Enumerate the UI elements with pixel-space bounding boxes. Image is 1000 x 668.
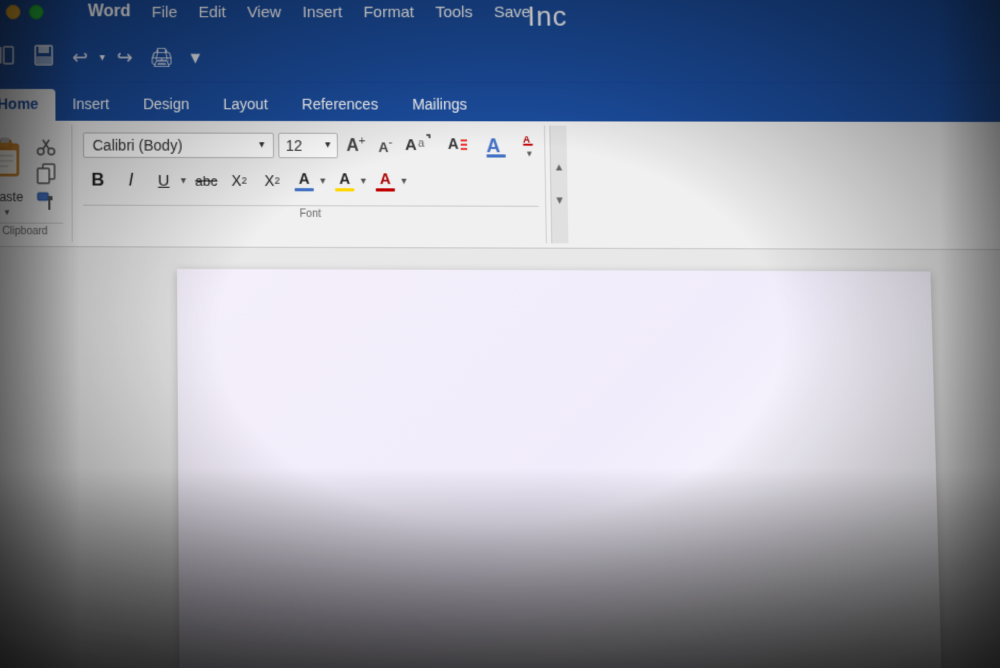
font-style-icons-row1: A A ▾ xyxy=(482,131,545,159)
customize-toolbar-icon[interactable]: ▾ xyxy=(185,43,205,74)
svg-text:a: a xyxy=(418,138,425,150)
font-color-dropdown-icon[interactable]: ▾ xyxy=(527,147,532,159)
font-color2-dropdown-icon[interactable]: ▾ xyxy=(318,175,328,187)
font-row1: Calibri (Body) ▾ 12 ▾ A+ A- xyxy=(83,129,538,161)
menu-word[interactable]: Word xyxy=(77,0,141,26)
font-size-value: 12 xyxy=(286,136,303,153)
font-color-bar xyxy=(295,188,314,191)
clipboard-group-label: Clipboard xyxy=(0,222,63,237)
paste-button[interactable]: Paste ▾ xyxy=(0,135,27,218)
font-size-dropdown-icon: ▾ xyxy=(325,139,330,151)
tab-design[interactable]: Design xyxy=(126,89,206,121)
print-icon[interactable]: 🖨 xyxy=(144,43,179,74)
paste-icon xyxy=(0,135,27,180)
svg-text:A: A xyxy=(486,135,501,156)
char-shade-bar xyxy=(376,188,395,191)
format-painter-button[interactable] xyxy=(31,189,61,215)
quick-access-toolbar: ↩ ▾ ↪ 🖨 ▾ xyxy=(0,34,1000,83)
maximize-button[interactable] xyxy=(29,5,44,20)
grow-font-label: A xyxy=(346,136,359,154)
strikethrough-button[interactable]: abc xyxy=(191,167,221,195)
paste-dropdown-arrow[interactable]: ▾ xyxy=(5,207,10,219)
underline-dropdown-icon[interactable]: ▾ xyxy=(179,175,189,187)
font-color-row2-button[interactable]: A xyxy=(290,165,318,197)
inc-text: Inc xyxy=(527,0,568,33)
highlight-bar xyxy=(335,188,354,191)
ribbon-tabs: Home Insert Design Layout References Mai… xyxy=(0,83,1000,123)
font-family-value: Calibri (Body) xyxy=(93,136,183,153)
scroll-down-icon[interactable]: ▼ xyxy=(554,195,565,207)
bold-button[interactable]: B xyxy=(83,166,113,194)
char-shade-button[interactable]: A xyxy=(371,165,399,197)
copy-button[interactable] xyxy=(31,161,61,187)
menu-view[interactable]: View xyxy=(236,0,292,25)
document-page[interactable] xyxy=(177,269,943,668)
font-color-row2-group: A ▾ xyxy=(290,165,328,197)
superscript-button[interactable]: X2 xyxy=(257,167,287,195)
tab-home[interactable]: Home xyxy=(0,89,55,121)
ribbon-scrollbar[interactable]: ▲ ▼ xyxy=(549,126,568,244)
font-group-label: Font xyxy=(83,205,539,221)
ribbon-content: Paste ▾ xyxy=(0,121,1000,251)
italic-button[interactable]: I xyxy=(116,166,146,194)
highlight-button[interactable]: A xyxy=(331,165,359,197)
underline-group: U ▾ xyxy=(149,166,188,194)
font-size-selector[interactable]: 12 ▾ xyxy=(278,132,338,158)
menu-tools[interactable]: Tools xyxy=(424,0,483,25)
word-window: Word File Edit View Insert Format Tools … xyxy=(0,0,1000,553)
menu-format[interactable]: Format xyxy=(353,0,425,25)
subscript-button[interactable]: X2 xyxy=(224,167,254,195)
svg-text:A: A xyxy=(405,137,417,154)
change-case-button[interactable]: A a xyxy=(401,130,438,161)
char-shade-dropdown-icon[interactable]: ▾ xyxy=(399,175,409,187)
clear-formatting-icon: A xyxy=(446,132,470,155)
tab-mailings[interactable]: Mailings xyxy=(395,89,484,121)
menu-edit[interactable]: Edit xyxy=(188,0,237,25)
char-shade-group: A ▾ xyxy=(371,165,409,197)
font-family-dropdown-icon: ▾ xyxy=(259,139,264,151)
font-row2: B I U ▾ abc X2 xyxy=(83,164,539,197)
tab-layout[interactable]: Layout xyxy=(206,89,285,121)
title-bar: Word File Edit View Insert Format Tools … xyxy=(0,0,1000,34)
underline-button[interactable]: U xyxy=(149,166,179,194)
scroll-up-icon[interactable]: ▲ xyxy=(554,162,565,174)
sidebar-icon[interactable] xyxy=(0,39,21,76)
minimize-button[interactable] xyxy=(6,5,21,20)
font-color-icon: A xyxy=(515,131,543,147)
highlight-group: A ▾ xyxy=(331,165,369,197)
grow-font-button[interactable]: A+ xyxy=(342,132,370,157)
clipboard-group: Paste ▾ xyxy=(0,125,73,242)
clipboard-small-icons xyxy=(29,129,63,218)
tab-references[interactable]: References xyxy=(285,89,396,121)
menu-file[interactable]: File xyxy=(141,0,188,25)
paste-label: Paste xyxy=(0,190,23,205)
undo-icon[interactable]: ↩ xyxy=(67,43,94,74)
font-family-selector[interactable]: Calibri (Body) ▾ xyxy=(83,132,274,158)
text-effects-button[interactable]: A xyxy=(482,131,512,159)
traffic-lights xyxy=(0,5,44,20)
font-group: Calibri (Body) ▾ 12 ▾ A+ A- xyxy=(77,125,547,243)
undo-dropdown-icon[interactable]: ▾ xyxy=(100,52,105,64)
highlight-dropdown-icon[interactable]: ▾ xyxy=(359,175,369,187)
document-area[interactable] xyxy=(0,247,1000,668)
svg-text:A: A xyxy=(448,137,459,153)
shrink-font-button[interactable]: A- xyxy=(374,134,397,157)
cut-button[interactable] xyxy=(31,133,61,158)
page-purple-overlay xyxy=(177,269,943,668)
clear-formatting-button[interactable]: A xyxy=(441,130,474,161)
strikethrough-label: abc xyxy=(195,172,217,188)
menu-insert[interactable]: Insert xyxy=(292,0,353,25)
font-color-button[interactable]: A ▾ xyxy=(514,131,544,159)
redo-icon[interactable]: ↪ xyxy=(111,43,138,74)
tab-insert[interactable]: Insert xyxy=(55,89,126,121)
screen-wrapper: Word File Edit View Insert Format Tools … xyxy=(0,0,1000,668)
change-case-icon: A a xyxy=(405,132,433,155)
text-effects-icon: A xyxy=(483,131,511,159)
save-icon[interactable] xyxy=(27,39,61,76)
